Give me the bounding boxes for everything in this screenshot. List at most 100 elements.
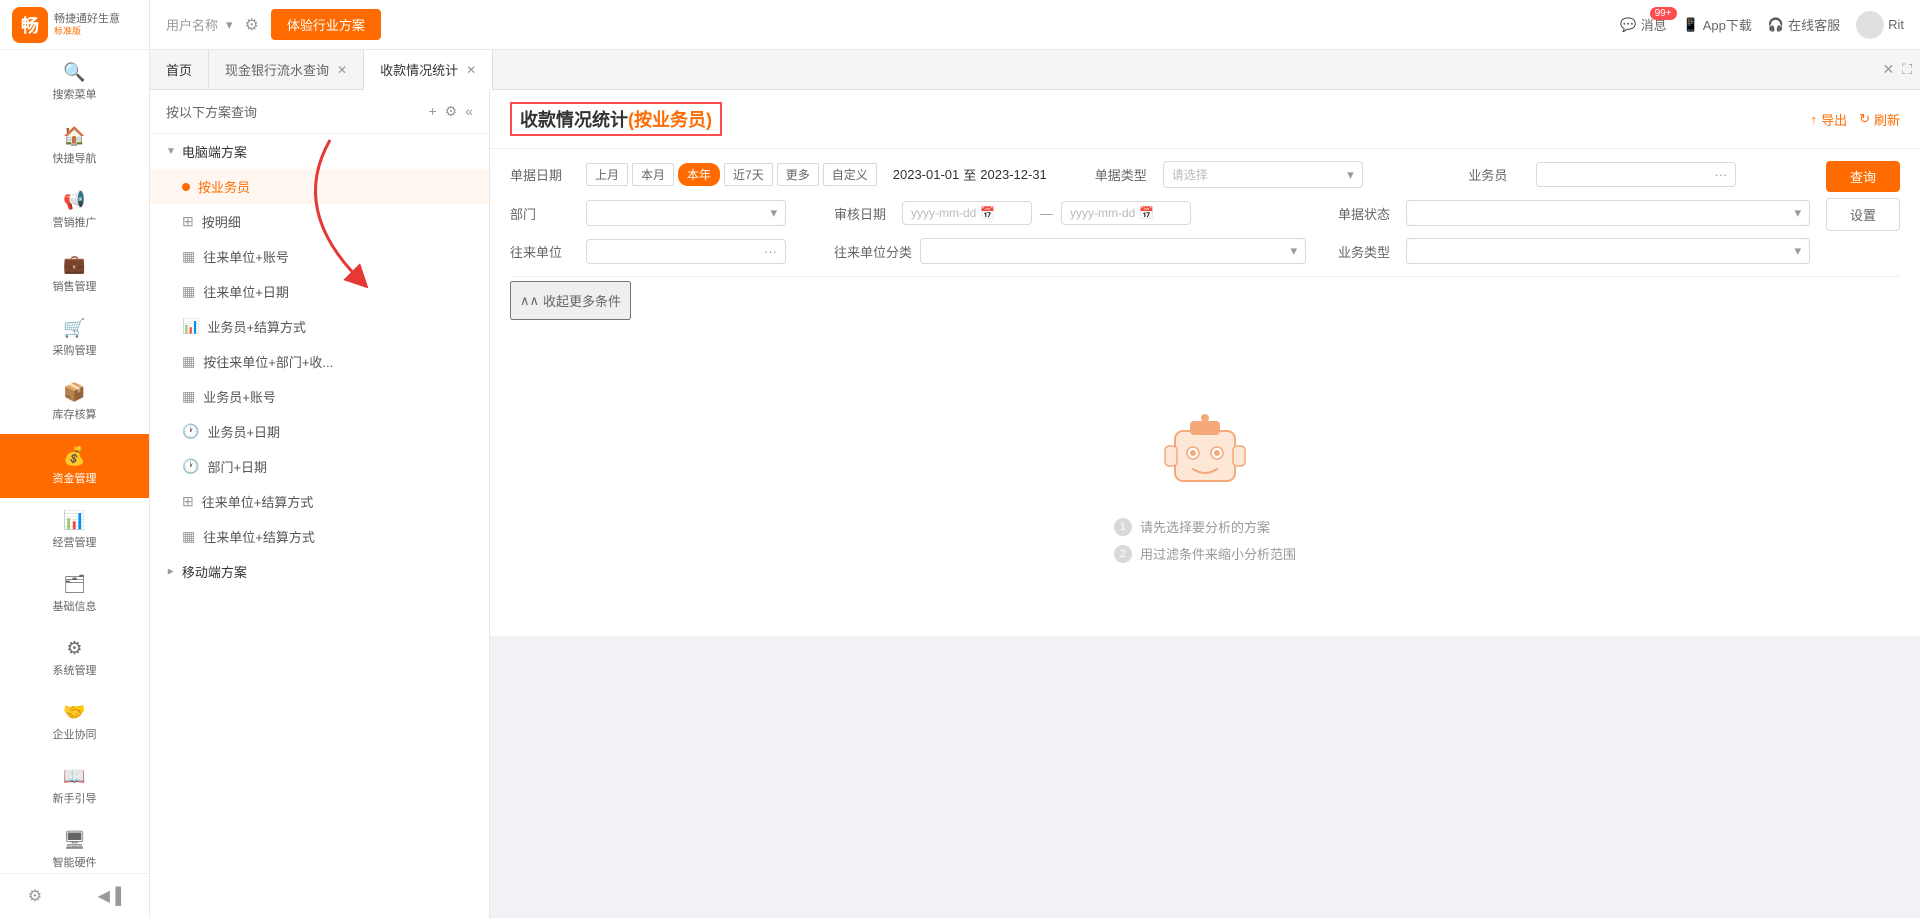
- dept-select[interactable]: ▾: [586, 200, 786, 226]
- review-date-to-cal[interactable]: 📅: [1139, 206, 1154, 220]
- sidebar-item-purchase[interactable]: 🛒 采购管理: [0, 306, 149, 370]
- scheme-item-staff-date[interactable]: 🕐 业务员+日期: [150, 414, 489, 449]
- online-service-item[interactable]: 🎧 在线客服: [1768, 15, 1840, 34]
- doc-type-select[interactable]: 请选择 ▾: [1163, 161, 1363, 188]
- user-avatar[interactable]: Rit: [1856, 11, 1904, 39]
- date-label: 单据日期: [510, 165, 570, 184]
- scheme-list: ▼ 电脑端方案 按业务员 ⊞ 按明细 ▦ 往来: [150, 134, 489, 589]
- query-button[interactable]: 查询: [1826, 161, 1900, 192]
- scheme-item-unit-settle2[interactable]: ▦ 往来单位+结算方式: [150, 519, 489, 554]
- category-desktop-arrow: ▼: [166, 146, 176, 157]
- scheme-settings-btn[interactable]: ⚙: [445, 103, 458, 120]
- page-header: 收款情况统计(按业务员) ↑ 导出 ↻ 刷新: [490, 90, 1920, 149]
- sidebar-footer: ⚙ ◀▐: [0, 873, 149, 918]
- category-mobile: ▼ 移动端方案: [150, 554, 489, 589]
- biz-type-arrow: ▾: [1794, 243, 1801, 259]
- tab-home[interactable]: 首页: [150, 50, 209, 90]
- review-date-from[interactable]: yyyy-mm-dd 📅: [902, 201, 1032, 225]
- messages-item[interactable]: 💬 消息 99+: [1620, 15, 1666, 34]
- review-date-from-cal[interactable]: 📅: [980, 206, 995, 220]
- finance-icon: 💰: [63, 446, 85, 467]
- tab-bank-close[interactable]: ✕: [337, 63, 347, 77]
- scheme-collapse-btn[interactable]: «: [465, 103, 473, 120]
- export-icon: ↑: [1811, 112, 1818, 127]
- filter-settings-button[interactable]: 设置: [1826, 198, 1900, 231]
- sidebar-item-finance[interactable]: 💰 资金管理: [0, 434, 149, 498]
- biz-type-select[interactable]: ▾: [1406, 238, 1810, 264]
- staff-select[interactable]: ···: [1536, 162, 1736, 187]
- sidebar-item-guide[interactable]: 📖 新手引导: [0, 754, 149, 818]
- scheme-item-unit-date[interactable]: ▦ 往来单位+日期: [150, 274, 489, 309]
- scheme-item-by-detail[interactable]: ⊞ 按明细: [150, 204, 489, 239]
- unit-category-label: 往来单位分类: [834, 242, 912, 261]
- staff-item: 业务员 ···: [1468, 162, 1810, 187]
- date-btn-this-month[interactable]: 本月: [632, 163, 674, 186]
- marketing-icon: 📢: [63, 190, 85, 211]
- empty-tips: 1 请先选择要分析的方案 2 用过滤条件来缩小分析范围: [1114, 517, 1296, 571]
- doc-status-select[interactable]: ▾: [1406, 200, 1810, 226]
- sidebar-item-inventory[interactable]: 📦 库存核算: [0, 370, 149, 434]
- scheme-item-unit-account[interactable]: ▦ 往来单位+账号: [150, 239, 489, 274]
- doc-status-arrow: ▾: [1794, 205, 1801, 221]
- sidebar-item-system[interactable]: ⚙ 系统管理: [0, 626, 149, 690]
- unit-select[interactable]: ···: [586, 239, 786, 264]
- doc-type-label: 单据类型: [1095, 165, 1155, 184]
- sidebar-item-operation[interactable]: 📊 经营管理: [0, 498, 149, 562]
- sidebar-item-search[interactable]: 🔍 搜索菜单: [0, 50, 149, 114]
- review-date-to[interactable]: yyyy-mm-dd 📅: [1061, 201, 1191, 225]
- scheme-item-staff-account[interactable]: ▦ 业务员+账号: [150, 379, 489, 414]
- basic-icon: 🗂: [63, 574, 86, 595]
- sidebar-item-quicknav[interactable]: 🏠 快捷导航: [0, 114, 149, 178]
- sidebar-item-sales[interactable]: 💼 销售管理: [0, 242, 149, 306]
- category-desktop-header[interactable]: ▼ 电脑端方案: [150, 134, 489, 169]
- sidebar-item-enterprise[interactable]: 🤝 企业协同: [0, 690, 149, 754]
- date-btn-7days[interactable]: 近7天: [724, 163, 773, 186]
- collapse-button[interactable]: ∧∧ 收起更多条件: [510, 281, 631, 320]
- scheme-add-btn[interactable]: +: [428, 103, 436, 120]
- scheme-item-staff-settle[interactable]: 📊 业务员+结算方式: [150, 309, 489, 344]
- purchase-icon: 🛒: [63, 318, 85, 339]
- tabs-controls: ✕ ⛶: [1874, 61, 1920, 78]
- avatar-image: [1856, 11, 1884, 39]
- app-download-item[interactable]: 📱 App下载: [1683, 15, 1752, 34]
- date-btn-last-month[interactable]: 上月: [586, 163, 628, 186]
- filter-top: 单据日期 上月 本月 本年 近7天 更多 自定义: [510, 161, 1900, 276]
- sidebar-item-basic[interactable]: 🗂 基础信息: [0, 562, 149, 626]
- date-btn-this-year[interactable]: 本年: [678, 163, 720, 186]
- category-mobile-header[interactable]: ▼ 移动端方案: [150, 554, 489, 589]
- sidebar-item-marketing[interactable]: 📢 营销推广: [0, 178, 149, 242]
- unit-settle2-icon: ▦: [182, 528, 195, 545]
- unit-category-select[interactable]: ▾: [920, 238, 1306, 264]
- tab-expand-btn[interactable]: ⛶: [1902, 61, 1912, 78]
- left-panel-title: 按以下方案查询: [166, 102, 257, 121]
- scheme-item-by-staff[interactable]: 按业务员: [150, 169, 489, 204]
- service-icon: 🎧: [1768, 17, 1784, 33]
- sidebar-settings-btn[interactable]: ⚙: [28, 886, 42, 906]
- sidebar-collapse-btn[interactable]: ◀▐: [98, 886, 122, 906]
- export-button[interactable]: ↑ 导出: [1811, 110, 1848, 129]
- refresh-button[interactable]: ↻ 刷新: [1859, 110, 1900, 129]
- date-btn-more[interactable]: 更多: [777, 163, 819, 186]
- brand-dropdown-icon[interactable]: ▾: [226, 17, 233, 33]
- unit-more-btn[interactable]: ···: [764, 244, 777, 259]
- topbar-settings-icon[interactable]: ⚙: [245, 15, 259, 35]
- doc-type-item: 单据类型 请选择 ▾: [1095, 161, 1437, 188]
- page-header-actions: ↑ 导出 ↻ 刷新: [1811, 110, 1900, 129]
- message-icon: 💬: [1620, 17, 1636, 33]
- scheme-item-dept-date[interactable]: 🕐 部门+日期: [150, 449, 489, 484]
- staff-label: 业务员: [1468, 165, 1528, 184]
- sidebar-item-hardware[interactable]: 🖥 智能硬件: [0, 818, 149, 873]
- scheme-item-unit-settle1[interactable]: ⊞ 往来单位+结算方式: [150, 484, 489, 519]
- solution-button[interactable]: 体验行业方案: [271, 9, 381, 40]
- scheme-item-unit-dept[interactable]: ▦ 按往来单位+部门+收...: [150, 344, 489, 379]
- logo-icon: 畅: [12, 7, 48, 43]
- tab-bank[interactable]: 现金银行流水查询 ✕: [209, 50, 364, 90]
- tab-receipt-close[interactable]: ✕: [466, 63, 476, 77]
- date-btn-custom[interactable]: 自定义: [823, 163, 877, 186]
- home-icon: 🏠: [63, 126, 85, 147]
- tab-receipt[interactable]: 收款情况统计 ✕: [364, 50, 493, 90]
- detail-icon: ⊞: [182, 213, 194, 230]
- tab-close-all-btn[interactable]: ✕: [1882, 61, 1894, 78]
- unit-dept-icon: ▦: [182, 353, 195, 370]
- collapse-icon: ∧∧: [520, 293, 539, 309]
